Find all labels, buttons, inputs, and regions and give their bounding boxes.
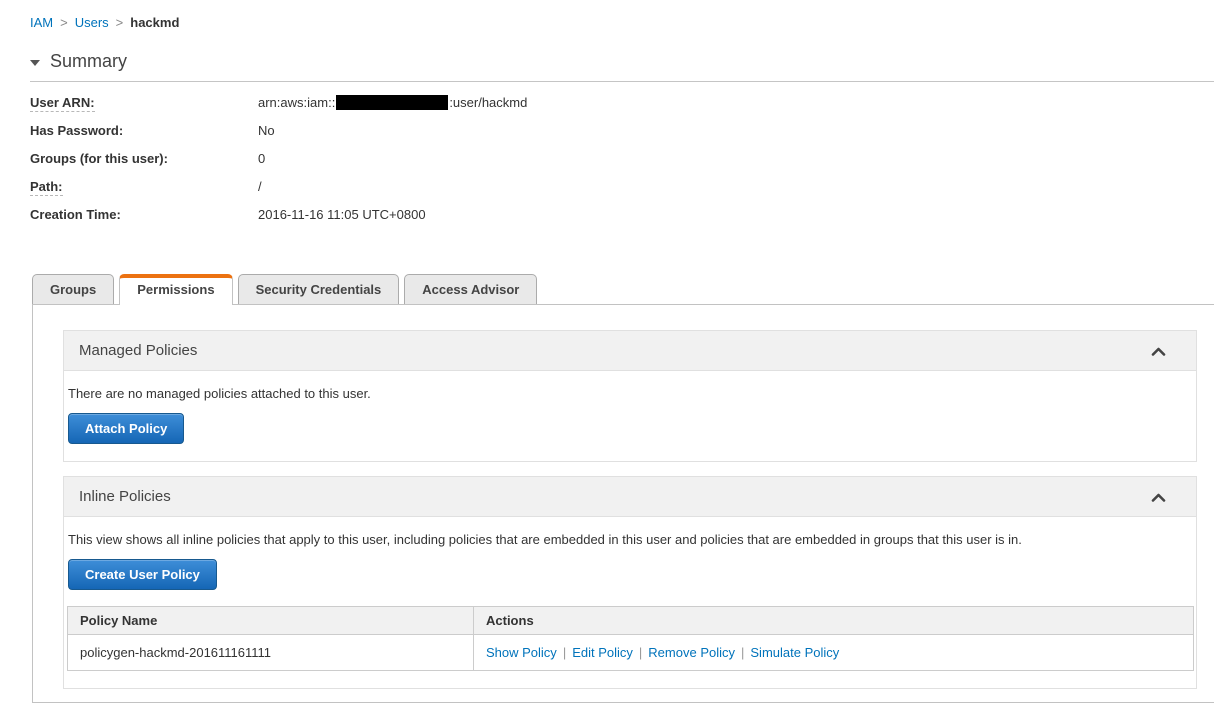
create-user-policy-button[interactable]: Create User Policy [68, 559, 217, 590]
show-policy-link[interactable]: Show Policy [486, 645, 557, 660]
inline-policies-header: Inline Policies [64, 477, 1196, 517]
remove-policy-link[interactable]: Remove Policy [648, 645, 735, 660]
user-arn-label: User ARN: [30, 95, 95, 112]
attach-policy-button[interactable]: Attach Policy [68, 413, 185, 444]
summary-row-path: Path: / [30, 179, 1214, 207]
inline-policies-collapse-toggle[interactable] [1151, 491, 1196, 502]
chevron-up-icon [1151, 493, 1166, 502]
creation-time-label: Creation Time: [30, 207, 121, 222]
inline-policies-title: Inline Policies [79, 488, 171, 505]
caret-down-icon [30, 59, 40, 66]
breadcrumb-separator: > [115, 15, 124, 30]
path-label: Path: [30, 179, 63, 196]
summary-fields: User ARN: arn:aws:iam:::user/hackmd Has … [30, 95, 1214, 235]
breadcrumb-separator: > [60, 15, 68, 30]
redacted-account-id [336, 95, 449, 110]
actions-column-header: Actions [473, 606, 1194, 635]
user-detail-tabs: Groups Permissions Security Credentials … [32, 274, 1214, 305]
user-arn-value: arn:aws:iam:::user/hackmd [258, 95, 528, 110]
managed-policies-section: Managed Policies There are no managed po… [63, 330, 1197, 462]
breadcrumb-link-users[interactable]: Users [75, 15, 109, 30]
breadcrumb-current-user: hackmd [130, 15, 180, 30]
summary-row-groups: Groups (for this user): 0 [30, 151, 1214, 179]
managed-policies-body: There are no managed policies attached t… [64, 371, 1196, 461]
groups-label: Groups (for this user): [30, 151, 168, 166]
breadcrumb-link-iam[interactable]: IAM [30, 15, 53, 30]
chevron-up-icon [1151, 347, 1166, 356]
action-separator: | [741, 645, 745, 660]
summary-row-has-password: Has Password: No [30, 123, 1214, 151]
tab-permissions[interactable]: Permissions [119, 274, 233, 305]
summary-divider [30, 81, 1214, 82]
managed-policies-collapse-toggle[interactable] [1151, 345, 1196, 356]
tab-security-credentials[interactable]: Security Credentials [237, 274, 400, 304]
policy-name-cell: policygen-hackmd-201611161111 [67, 634, 474, 671]
has-password-value: No [258, 123, 275, 138]
summary-row-creation-time: Creation Time: 2016-11-16 11:05 UTC+0800 [30, 207, 1214, 235]
simulate-policy-link[interactable]: Simulate Policy [750, 645, 839, 660]
summary-row-user-arn: User ARN: arn:aws:iam:::user/hackmd [30, 95, 1214, 123]
summary-section-toggle[interactable]: Summary [30, 51, 127, 72]
permissions-tab-panel: Managed Policies There are no managed po… [32, 304, 1214, 703]
managed-policies-header: Managed Policies [64, 331, 1196, 371]
inline-policies-section: Inline Policies This view shows all inli… [63, 476, 1197, 689]
managed-policies-empty-message: There are no managed policies attached t… [68, 386, 371, 401]
breadcrumb: IAM > Users > hackmd [0, 0, 1214, 30]
inline-policies-table: Policy Name Actions policygen-hackmd-201… [67, 606, 1194, 671]
tab-access-advisor[interactable]: Access Advisor [404, 274, 538, 304]
groups-value: 0 [258, 151, 266, 166]
action-separator: | [562, 645, 567, 660]
managed-policies-title: Managed Policies [79, 342, 198, 359]
summary-title: Summary [50, 51, 128, 71]
inline-policies-body: This view shows all inline policies that… [64, 517, 1196, 688]
table-row: policygen-hackmd-201611161111 Show Polic… [67, 634, 1194, 671]
tab-groups[interactable]: Groups [32, 274, 115, 304]
policy-name-column-header: Policy Name [67, 606, 474, 635]
inline-policies-description: This view shows all inline policies that… [68, 532, 1022, 547]
edit-policy-link[interactable]: Edit Policy [572, 645, 633, 660]
has-password-label: Has Password: [30, 123, 124, 138]
creation-time-value: 2016-11-16 11:05 UTC+0800 [258, 207, 426, 222]
action-separator: | [638, 645, 643, 660]
table-header-row: Policy Name Actions [67, 606, 1194, 635]
path-value: / [258, 179, 262, 194]
policy-actions-cell: Show Policy | Edit Policy | Remove Policy | Si… [473, 634, 1194, 671]
